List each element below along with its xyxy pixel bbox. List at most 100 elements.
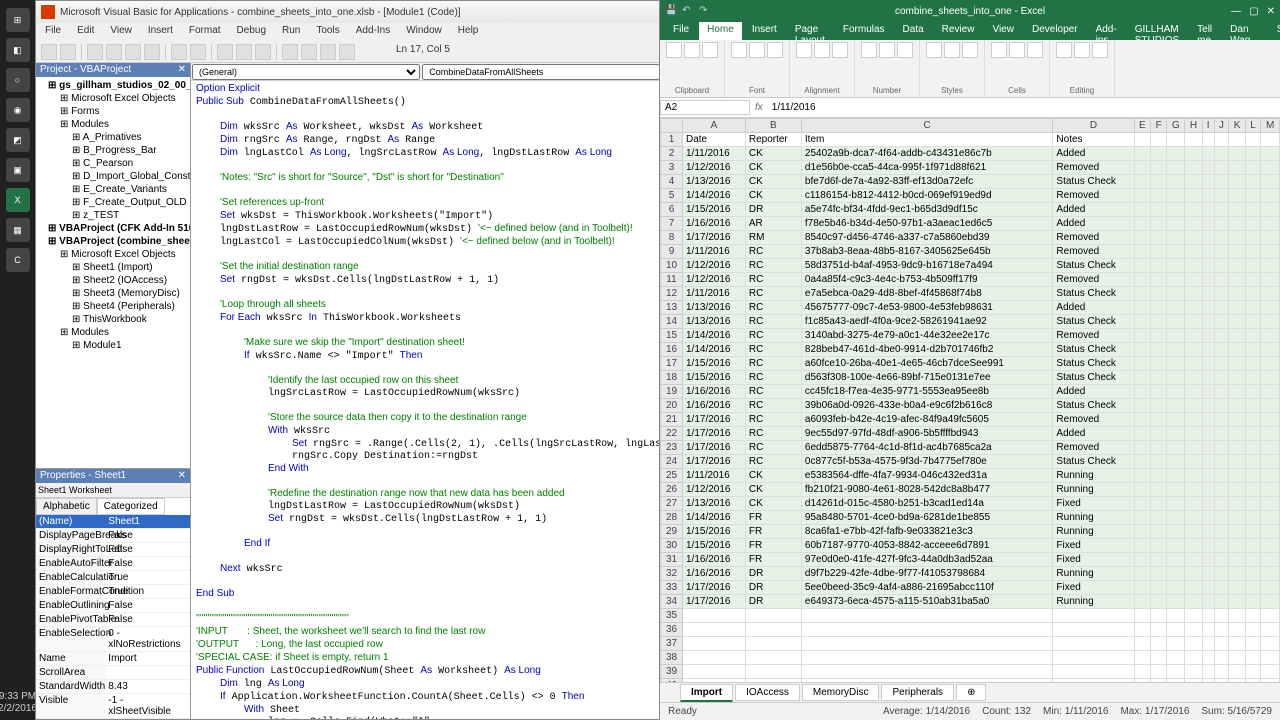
col-header[interactable]: I bbox=[1202, 119, 1214, 133]
data-cell[interactable]: Added bbox=[1053, 301, 1134, 315]
cell[interactable] bbox=[1185, 623, 1202, 637]
property-row[interactable]: NameImport bbox=[36, 652, 190, 666]
excel-taskbar-icon[interactable]: X bbox=[6, 188, 30, 212]
data-cell[interactable]: Fixed bbox=[1053, 581, 1134, 595]
data-cell[interactable]: bfe7d6f-de7a-4a92-83ff-ef13d0a72efc bbox=[801, 175, 1053, 189]
tree-node[interactable]: ⊞ F_Create_Output_OLD bbox=[38, 196, 188, 209]
cell[interactable] bbox=[1053, 609, 1134, 623]
row-header[interactable]: 32 bbox=[661, 567, 683, 581]
row-header[interactable]: 30 bbox=[661, 539, 683, 553]
cell[interactable] bbox=[1202, 637, 1214, 651]
col-header[interactable]: M bbox=[1261, 119, 1280, 133]
data-cell[interactable]: 828beb47-461d-4be0-9914-d2b701746fb2 bbox=[801, 343, 1053, 357]
cell[interactable] bbox=[1261, 609, 1280, 623]
tree-node[interactable]: ⊞ Forms bbox=[38, 105, 188, 118]
row-header[interactable]: 28 bbox=[661, 511, 683, 525]
data-cell[interactable]: RC bbox=[745, 273, 801, 287]
property-row[interactable]: EnableAutoFilterFalse bbox=[36, 557, 190, 571]
task-icon[interactable]: ◧ bbox=[6, 38, 30, 62]
col-header[interactable]: L bbox=[1245, 119, 1260, 133]
data-cell[interactable]: Status Check bbox=[1053, 455, 1134, 469]
data-cell[interactable]: d563f308-100e-4e66-89bf-715e0131e7ee bbox=[801, 371, 1053, 385]
row-header[interactable]: 34 bbox=[661, 595, 683, 609]
row-header[interactable]: 9 bbox=[661, 245, 683, 259]
data-cell[interactable]: Running bbox=[1053, 469, 1134, 483]
data-cell[interactable]: f78e5b46-b34d-4e50-97b1-a3aeac1ed6c5 bbox=[801, 217, 1053, 231]
ribbon-tab-file[interactable]: File bbox=[665, 22, 697, 40]
data-cell[interactable]: 1/15/2016 bbox=[683, 203, 746, 217]
tree-node[interactable]: ⊞ Sheet4 (Peripherals) bbox=[38, 300, 188, 313]
data-cell[interactable]: Status Check bbox=[1053, 357, 1134, 371]
pause-button[interactable] bbox=[236, 44, 252, 60]
cell[interactable] bbox=[683, 651, 746, 665]
save-icon[interactable]: 💾 bbox=[665, 5, 677, 17]
cell[interactable] bbox=[1053, 623, 1134, 637]
ribbon-group-number[interactable]: Number bbox=[855, 40, 920, 97]
cell[interactable] bbox=[1151, 609, 1167, 623]
stop-button[interactable] bbox=[255, 44, 271, 60]
cell[interactable] bbox=[1202, 651, 1214, 665]
toolbar-button[interactable] bbox=[171, 44, 187, 60]
data-cell[interactable]: Status Check bbox=[1053, 315, 1134, 329]
data-cell[interactable]: 95a8480-5701-4ce0-bd9a-6281de1be855 bbox=[801, 511, 1053, 525]
row-header[interactable]: 16 bbox=[661, 343, 683, 357]
row-header[interactable]: 1 bbox=[661, 133, 683, 147]
data-cell[interactable]: 3140abd-3275-4e79-a0c1-44e32ee2e17c bbox=[801, 329, 1053, 343]
data-cell[interactable]: 1/15/2016 bbox=[683, 539, 746, 553]
toolbar-button[interactable] bbox=[125, 44, 141, 60]
cell[interactable] bbox=[1185, 665, 1202, 679]
sheet-tab-import[interactable]: Import bbox=[680, 684, 733, 702]
cell[interactable] bbox=[801, 651, 1053, 665]
cell[interactable] bbox=[1134, 665, 1151, 679]
data-cell[interactable]: 1/14/2016 bbox=[683, 343, 746, 357]
data-cell[interactable]: 1/11/2016 bbox=[683, 147, 746, 161]
row-header[interactable]: 11 bbox=[661, 273, 683, 287]
data-cell[interactable]: Added bbox=[1053, 203, 1134, 217]
data-cell[interactable]: Running bbox=[1053, 483, 1134, 497]
properties-grid[interactable]: (Name)Sheet1DisplayPageBreaksFalseDispla… bbox=[36, 515, 190, 719]
cell[interactable] bbox=[1134, 651, 1151, 665]
cell[interactable] bbox=[1261, 651, 1280, 665]
data-cell[interactable]: RC bbox=[745, 385, 801, 399]
data-cell[interactable]: 58d3751d-b4af-4953-9dc9-b16718e7a494 bbox=[801, 259, 1053, 273]
row-header[interactable]: 23 bbox=[661, 441, 683, 455]
property-row[interactable]: (Name)Sheet1 bbox=[36, 515, 190, 529]
data-cell[interactable]: 1/12/2016 bbox=[683, 273, 746, 287]
cell[interactable] bbox=[1167, 609, 1185, 623]
close-icon[interactable]: ✕ bbox=[178, 470, 186, 482]
account-name[interactable]: Dan Wag... bbox=[1222, 22, 1267, 40]
cell[interactable] bbox=[1261, 637, 1280, 651]
tree-node[interactable]: ⊞ C_Pearson bbox=[38, 157, 188, 170]
menu-run[interactable]: Run bbox=[278, 23, 304, 41]
data-cell[interactable]: 1/15/2016 bbox=[683, 525, 746, 539]
menu-view[interactable]: View bbox=[106, 23, 136, 41]
cell[interactable] bbox=[1202, 609, 1214, 623]
data-cell[interactable]: 6edd5875-7764-4c1d-8f1d-ac4b7685ca2a bbox=[801, 441, 1053, 455]
menu-tools[interactable]: Tools bbox=[312, 23, 343, 41]
sheet-tabs[interactable]: ImportIOAccessMemoryDiscPeripherals⊕ bbox=[660, 682, 1280, 702]
cell[interactable] bbox=[1134, 637, 1151, 651]
vba-toolbar[interactable]: Ln 17, Col 5 bbox=[36, 41, 659, 63]
data-cell[interactable]: RC bbox=[745, 287, 801, 301]
ribbon-tab-insert[interactable]: Insert bbox=[744, 22, 785, 40]
cell[interactable] bbox=[1245, 637, 1260, 651]
cell[interactable] bbox=[801, 637, 1053, 651]
data-cell[interactable]: FR bbox=[745, 539, 801, 553]
data-cell[interactable]: Status Check bbox=[1053, 287, 1134, 301]
data-cell[interactable]: 1/17/2016 bbox=[683, 455, 746, 469]
tree-node[interactable]: ⊞ z_TEST bbox=[38, 209, 188, 222]
data-cell[interactable]: DR bbox=[745, 581, 801, 595]
code-editor[interactable]: Option Explicit Public Sub CombineDataFr… bbox=[191, 81, 659, 719]
toolbar-button[interactable] bbox=[87, 44, 103, 60]
data-cell[interactable]: 97e0d0e0-41fe-427f-9fc3-44a0db3ad52aa bbox=[801, 553, 1053, 567]
tree-node[interactable]: ⊞ gs_gillham_studios_02_00_02 bbox=[38, 79, 188, 92]
cell[interactable] bbox=[1167, 665, 1185, 679]
ribbon-tab-add-ins[interactable]: Add-ins bbox=[1088, 22, 1125, 40]
data-cell[interactable]: FR bbox=[745, 553, 801, 567]
menu-insert[interactable]: Insert bbox=[144, 23, 177, 41]
data-cell[interactable]: Added bbox=[1053, 217, 1134, 231]
start-button[interactable]: ⊞ bbox=[6, 8, 30, 32]
property-row[interactable]: EnableOutliningFalse bbox=[36, 599, 190, 613]
row-header[interactable]: 17 bbox=[661, 357, 683, 371]
data-cell[interactable]: RC bbox=[745, 455, 801, 469]
